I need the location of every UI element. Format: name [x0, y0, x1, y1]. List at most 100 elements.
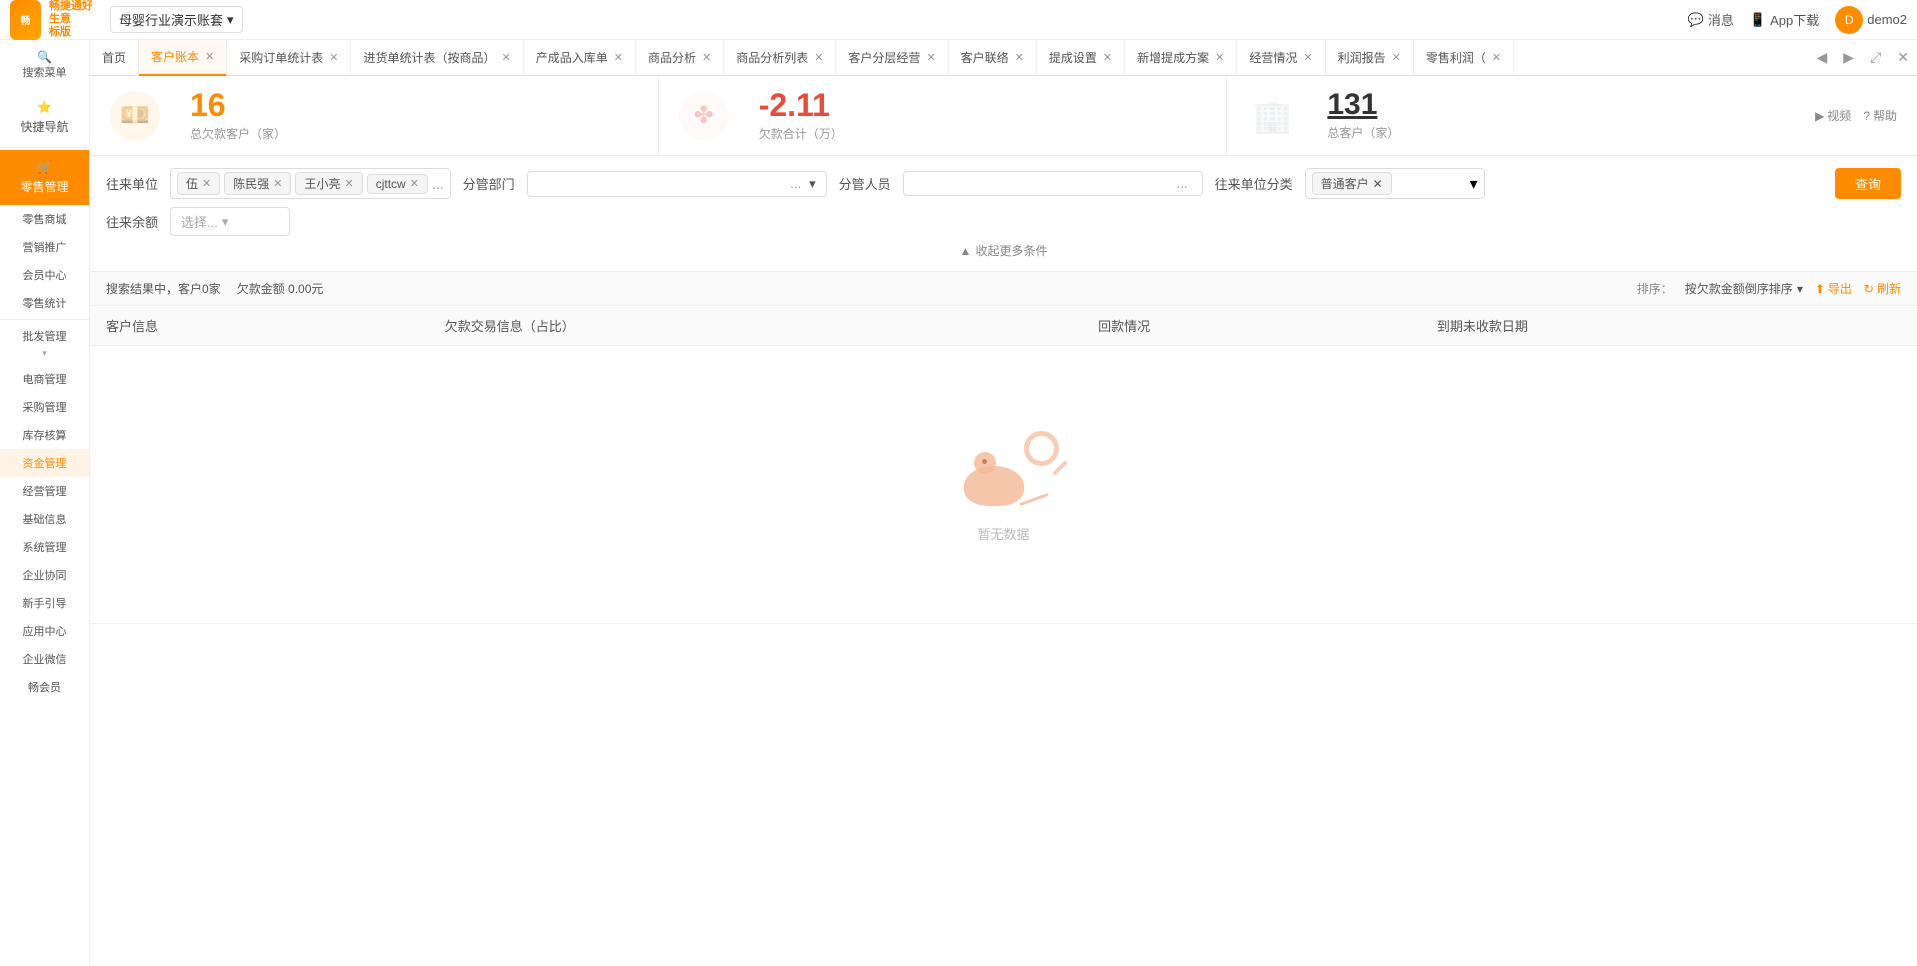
tab-home[interactable]: 首页 — [90, 40, 139, 76]
col-debt-info: 欠款交易信息（占比） — [429, 306, 1082, 346]
sidebar-item-app-center[interactable]: 应用中心 — [0, 617, 89, 645]
category-chevron-icon: ▾ — [1470, 174, 1478, 194]
play-icon: ▶ — [1815, 109, 1824, 123]
tab-customer-tier[interactable]: 客户分层经营 ✕ — [836, 40, 948, 76]
sort-select[interactable]: 按欠款金额倒序排序 ▾ — [1685, 280, 1803, 297]
category-tag-close-0[interactable]: ✕ — [1373, 177, 1383, 191]
tab-purchase-orders-close[interactable]: ✕ — [329, 51, 338, 64]
sidebar-item-wholesale[interactable]: 批发管理 ▾ — [0, 322, 89, 365]
balance-filter-select[interactable]: 选择... ▾ — [170, 207, 290, 236]
balance-filter-label: 往来余额 — [106, 212, 158, 231]
unit-tag-close-1[interactable]: ✕ — [273, 177, 282, 190]
divider2 — [0, 319, 89, 320]
filter-row-1: 往来单位 伍✕ 陈民强✕ 王小亮✕ cjttcw✕ ... 分管部门 . — [106, 168, 1901, 199]
wholesale-label: 批发管理 — [23, 328, 67, 344]
unit-tag-close-2[interactable]: ✕ — [345, 177, 354, 190]
help-btn[interactable]: ? 帮助 — [1863, 107, 1897, 124]
stat3-value: 131 — [1327, 90, 1765, 120]
stat3-label: 总客户（家） — [1327, 124, 1765, 141]
unit-tag-1[interactable]: 陈民强✕ — [224, 172, 291, 195]
tab-new-improve-close[interactable]: ✕ — [1215, 51, 1224, 64]
sidebar-item-ecommerce[interactable]: 电商管理 — [0, 365, 89, 393]
tab-stock-stats-close[interactable]: ✕ — [502, 51, 511, 64]
tab-biz-situation[interactable]: 经营情况 ✕ — [1237, 40, 1325, 76]
table-body: 暂无数据 — [90, 346, 1917, 624]
category-tag-0[interactable]: 普通客户✕ — [1312, 172, 1392, 195]
result-amount: 欠款金额 0.00元 — [237, 280, 324, 297]
tab-customer-contact-close[interactable]: ✕ — [1015, 51, 1024, 64]
tab-stock-stats[interactable]: 进货单统计表（按商品） ✕ — [351, 40, 523, 76]
refresh-btn[interactable]: ↻ 刷新 — [1864, 280, 1901, 297]
tab-customers[interactable]: 客户账本 ✕ — [139, 40, 227, 76]
tab-profit-report-label: 利润报告 — [1338, 49, 1386, 66]
tab-biz-situation-close[interactable]: ✕ — [1303, 51, 1312, 64]
tab-product-analysis-list[interactable]: 商品分析列表 ✕ — [724, 40, 836, 76]
phone-icon: 📱 — [1750, 12, 1766, 28]
person-filter-select[interactable]: ... — [903, 171, 1203, 196]
mouse-eye — [982, 459, 987, 464]
tab-improve-settings-close[interactable]: ✕ — [1103, 51, 1112, 64]
empty-illustration — [944, 426, 1064, 516]
unit-tag-3[interactable]: cjttcw✕ — [367, 174, 428, 194]
sidebar-item-inventory[interactable]: 库存核算 — [0, 421, 89, 449]
tab-profit-report-close[interactable]: ✕ — [1392, 51, 1401, 64]
sidebar-item-enterprise-wechat[interactable]: 企业微信 — [0, 645, 89, 673]
tab-cost-inbound[interactable]: 产成品入库单 ✕ — [524, 40, 636, 76]
query-button[interactable]: 查询 — [1835, 168, 1901, 199]
export-btn[interactable]: ⬆ 导出 — [1815, 280, 1852, 297]
tab-product-analysis-close[interactable]: ✕ — [702, 51, 711, 64]
app-download-btn[interactable]: 📱 App下载 — [1750, 10, 1819, 29]
tab-product-analysis[interactable]: 商品分析 ✕ — [636, 40, 724, 76]
user-menu[interactable]: D demo2 — [1835, 6, 1907, 34]
filter-row-2: 往来余额 选择... ▾ — [106, 207, 1901, 236]
sort-label: 排序： — [1637, 280, 1673, 297]
tab-next-btn[interactable]: ▶ — [1835, 40, 1862, 76]
sort-current-label: 按欠款金额倒序排序 — [1685, 280, 1793, 297]
tab-improve-settings[interactable]: 提成设置 ✕ — [1037, 40, 1125, 76]
sidebar-item-retail-mall[interactable]: 零售商城 — [0, 205, 89, 233]
empty-cell: 暂无数据 — [90, 346, 1917, 624]
unit-tag-2[interactable]: 王小亮✕ — [295, 172, 362, 195]
tab-fullscreen-btn[interactable]: ⤢ — [1862, 40, 1889, 76]
sidebar-item-system[interactable]: 系统管理 — [0, 533, 89, 561]
retail-label: 零售管理 — [20, 178, 68, 195]
dept-filter-dots[interactable]: ... — [786, 176, 805, 191]
tab-product-analysis-list-close[interactable]: ✕ — [814, 51, 823, 64]
sidebar-item-enterprise[interactable]: 企业协同 — [0, 561, 89, 589]
message-btn[interactable]: 💬 消息 — [1688, 10, 1734, 29]
sidebar-item-member-plus[interactable]: 畅会员 — [0, 673, 89, 701]
dept-filter-select[interactable]: ... ▾ — [527, 171, 827, 197]
unit-tag-close-0[interactable]: ✕ — [202, 177, 211, 190]
tab-retail-profit[interactable]: 零售利润（ ✕ — [1414, 40, 1514, 76]
tab-prev-btn[interactable]: ◀ — [1809, 40, 1836, 76]
sidebar-item-new-guide[interactable]: 新手引导 — [0, 589, 89, 617]
sidebar-item-operations[interactable]: 经营管理 — [0, 477, 89, 505]
tab-customer-tier-close[interactable]: ✕ — [926, 51, 935, 64]
unit-tag-0[interactable]: 伍✕ — [177, 172, 220, 195]
sidebar-item-purchase[interactable]: 采购管理 — [0, 393, 89, 421]
collapse-btn[interactable]: ▲ 收起更多条件 — [960, 242, 1048, 259]
sidebar-item-retail-stats[interactable]: 零售统计 — [0, 289, 89, 317]
tab-retail-profit-close[interactable]: ✕ — [1492, 51, 1501, 64]
sidebar-search[interactable]: 🔍 搜索菜单 — [0, 40, 89, 90]
sidebar-item-basic-info[interactable]: 基础信息 — [0, 505, 89, 533]
person-filter-dots[interactable]: ... — [1173, 176, 1192, 191]
col-customer-info: 客户信息 — [90, 306, 429, 346]
sidebar-item-quick-nav[interactable]: ⭐ 快捷导航 — [0, 90, 89, 145]
video-help-btn[interactable]: ▶ 视频 — [1815, 107, 1851, 124]
tab-cost-inbound-close[interactable]: ✕ — [614, 51, 623, 64]
tab-purchase-orders[interactable]: 采购订单统计表 ✕ — [227, 40, 351, 76]
tab-profit-report[interactable]: 利润报告 ✕ — [1326, 40, 1414, 76]
tab-new-improve[interactable]: 新增提成方案 ✕ — [1125, 40, 1237, 76]
sidebar-item-marketing[interactable]: 营销推广 — [0, 233, 89, 261]
sidebar-item-retail[interactable]: 🛒 零售管理 — [0, 150, 89, 205]
sidebar-item-member[interactable]: 会员中心 — [0, 261, 89, 289]
tab-close-all-btn[interactable]: ✕ — [1889, 40, 1917, 76]
unit-tags-more[interactable]: ... — [432, 176, 444, 192]
account-dropdown[interactable]: 母婴行业演示账套 ▾ — [110, 6, 243, 33]
tab-customers-close[interactable]: ✕ — [205, 50, 214, 63]
unit-tag-close-3[interactable]: ✕ — [410, 177, 419, 190]
tab-customer-contact[interactable]: 客户联络 ✕ — [949, 40, 1037, 76]
quick-nav-label: 快捷导航 — [20, 118, 68, 135]
sidebar-item-finance[interactable]: 资金管理 — [0, 449, 89, 477]
